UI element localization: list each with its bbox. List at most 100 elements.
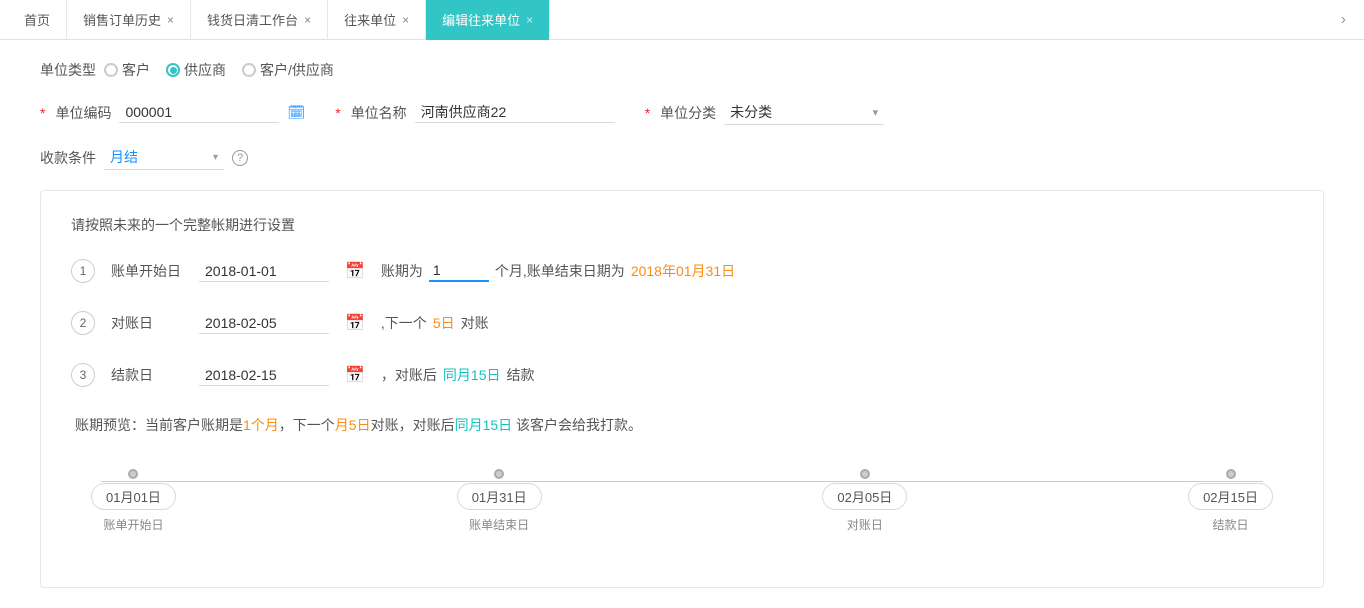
tab-cash-workbench[interactable]: 钱货日清工作台 × [191, 0, 328, 40]
radio-both-label: 客户/供应商 [260, 60, 334, 80]
timeline-node-1: 01月01日 账单开始日 [91, 465, 176, 533]
period-label-1: 账单开始日 [111, 261, 183, 281]
period-suffix-2-after: 对账 [461, 313, 489, 333]
period-row-1: 1 账单开始日 📅 账期为 个月,账单结束日期为 2018年01月31日 [71, 259, 1293, 283]
tab-more-button[interactable]: › [1331, 11, 1356, 29]
preview-mid2: 对账，对账后 [371, 417, 455, 433]
period-date-2[interactable] [199, 313, 329, 334]
payment-terms-select[interactable]: 月结 ▾ [104, 145, 224, 170]
preview-part2-prefix: 下一个 [293, 417, 335, 433]
timeline-container: 01月01日 账单开始日 01月31日 账单结束日 02月05日 对账日 [71, 455, 1293, 563]
unit-type-row: 单位类型 客户 供应商 客户/供应商 [40, 60, 1324, 80]
tab-edit-partner-close[interactable]: × [526, 13, 533, 27]
unit-type-field: 单位类型 客户 供应商 客户/供应商 [40, 60, 334, 80]
timeline-label-1: 账单开始日 [103, 516, 163, 533]
unit-type-label: 单位类型 [40, 60, 96, 80]
period-end-date: 2018年01月31日 [631, 261, 735, 281]
tab-sales-order-history-close[interactable]: × [167, 13, 174, 27]
period-cal-2[interactable]: 📅 [345, 313, 365, 333]
timeline-badge-3: 02月05日 [822, 483, 907, 510]
timeline-dot-start [128, 469, 138, 479]
unit-category-arrow: ▾ [873, 106, 879, 119]
period-cal-1[interactable]: 📅 [345, 261, 365, 281]
timeline-label-4: 结款日 [1213, 516, 1249, 533]
timeline-dot-2 [494, 469, 504, 479]
unit-code-field: * 单位编码 🗓 [40, 102, 305, 123]
period-settings-section: 请按照未来的一个完整帐期进行设置 1 账单开始日 📅 账期为 个月,账单结束日期… [40, 190, 1324, 588]
preview-part1: 1个月 [243, 417, 279, 433]
radio-customer[interactable]: 客户 [104, 60, 150, 80]
unit-code-copy-icon[interactable]: 🗓 [287, 104, 305, 121]
period-row-2: 2 对账日 📅 ,下一个 5日对账 [71, 311, 1293, 335]
timeline-badge-4: 02月15日 [1188, 483, 1273, 510]
preview-text: 账期预览：当前客户账期是1个月，下一个月5日对账，对账后同月15日 该客户会给我… [71, 415, 1293, 435]
radio-supplier-label: 供应商 [184, 60, 226, 80]
period-num-2: 2 [71, 311, 95, 335]
timeline-badge-1: 01月01日 [91, 483, 176, 510]
timeline-label-2: 账单结束日 [469, 516, 529, 533]
preview-suffix: 该客户会给我打款。 [512, 417, 642, 433]
radio-customer-circle [104, 63, 118, 77]
period-suffix-2-comma: ,下一个 [381, 313, 427, 333]
timeline-dot-4 [1226, 469, 1236, 479]
tab-partner-units-close[interactable]: × [402, 13, 409, 27]
payment-terms-row: 收款条件 月结 ▾ ? [40, 145, 1324, 170]
tabs-bar: 首页 销售订单历史 × 钱货日清工作台 × 往来单位 × 编辑往来单位 × › [0, 0, 1364, 40]
main-content: 单位类型 客户 供应商 客户/供应商 * 单位编码 [0, 40, 1364, 608]
tab-partner-units-label: 往来单位 [344, 10, 396, 29]
radio-supplier[interactable]: 供应商 [166, 60, 226, 80]
tab-cash-workbench-close[interactable]: × [304, 13, 311, 27]
period-suffix-3: ，对账后同月15日结款 [381, 365, 535, 385]
section-title: 请按照未来的一个完整帐期进行设置 [71, 215, 1293, 235]
timeline-label-3: 对账日 [847, 516, 883, 533]
period-month-input[interactable] [429, 260, 489, 282]
unit-category-label: 单位分类 [660, 103, 716, 123]
radio-both-circle [242, 63, 256, 77]
period-suffix-3-before: ，对账后 [381, 365, 437, 385]
period-suffix-2: ,下一个 5日对账 [381, 313, 489, 333]
period-suffix-2-highlight: 5日 [433, 313, 455, 333]
period-suffix-3-highlight: 同月15日 [443, 365, 501, 385]
radio-both[interactable]: 客户/供应商 [242, 60, 334, 80]
period-label-3: 结款日 [111, 365, 183, 385]
unit-name-input[interactable] [415, 102, 615, 123]
tab-edit-partner-label: 编辑往来单位 [442, 10, 520, 29]
period-cal-3[interactable]: 📅 [345, 365, 365, 385]
preview-label: 账期预览：当前客户账期是 [75, 417, 243, 433]
tab-edit-partner[interactable]: 编辑往来单位 × [426, 0, 550, 40]
unit-name-label: 单位名称 [351, 103, 407, 123]
timeline-node-3: 02月05日 对账日 [822, 465, 907, 533]
unit-category-dropdown[interactable]: 未分类 ▾ [724, 100, 884, 125]
unit-category-required: * [645, 105, 650, 121]
period-suffix-1: 账期为 个月,账单结束日期为 2018年01月31日 [381, 260, 735, 282]
preview-mid1: ， [279, 417, 293, 433]
period-row-3: 3 结款日 📅 ，对账后同月15日结款 [71, 363, 1293, 387]
payment-terms-arrow: ▾ [213, 152, 218, 163]
payment-terms-label: 收款条件 [40, 148, 96, 168]
timeline-row: 01月01日 账单开始日 01月31日 账单结束日 02月05日 对账日 [91, 465, 1273, 533]
unit-category-field: * 单位分类 未分类 ▾ [645, 100, 884, 125]
period-label-2: 对账日 [111, 313, 183, 333]
timeline-badge-2: 01月31日 [457, 483, 542, 510]
period-suffix-1-before: 账期为 [381, 261, 423, 281]
payment-terms-value: 月结 [110, 147, 209, 167]
unit-code-label: 单位编码 [55, 103, 111, 123]
period-num-1: 1 [71, 259, 95, 283]
radio-customer-label: 客户 [122, 60, 150, 80]
radio-supplier-circle [166, 63, 180, 77]
tab-home-label: 首页 [24, 10, 50, 29]
tab-partner-units[interactable]: 往来单位 × [328, 0, 426, 40]
radio-group-unit-type: 客户 供应商 客户/供应商 [104, 60, 334, 80]
preview-part2: 月5日 [335, 417, 371, 433]
unit-code-input[interactable] [119, 102, 279, 123]
tab-sales-order-history-label: 销售订单历史 [83, 10, 161, 29]
tab-sales-order-history[interactable]: 销售订单历史 × [67, 0, 191, 40]
period-date-1[interactable] [199, 261, 329, 282]
timeline-node-4: 02月15日 结款日 [1188, 465, 1273, 533]
period-num-3: 3 [71, 363, 95, 387]
payment-terms-help-icon[interactable]: ? [232, 150, 248, 166]
tab-home[interactable]: 首页 [8, 0, 67, 40]
payment-terms-field: 收款条件 月结 ▾ ? [40, 145, 248, 170]
unit-name-required: * [335, 105, 340, 121]
period-date-3[interactable] [199, 365, 329, 386]
